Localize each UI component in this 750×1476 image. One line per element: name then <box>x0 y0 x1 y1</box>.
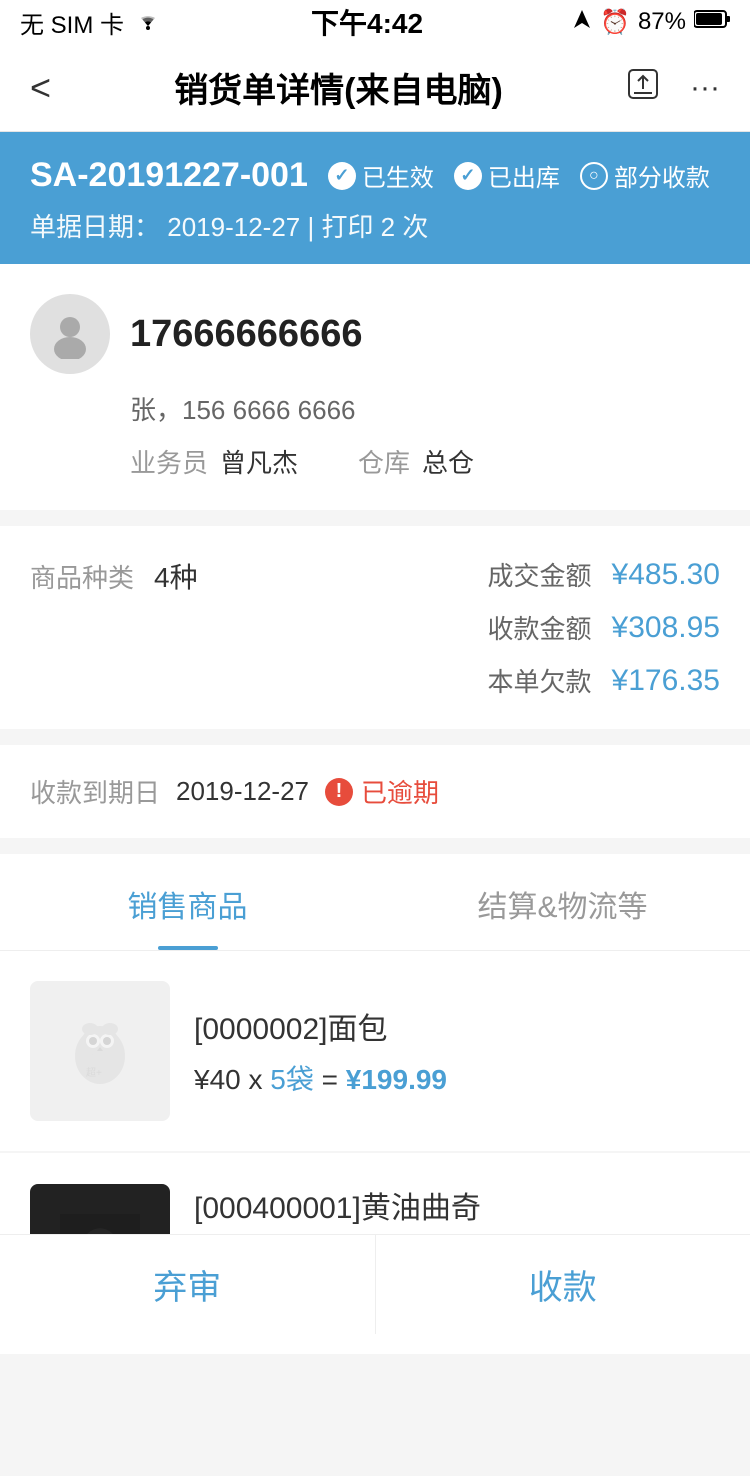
clock-icon: ○ <box>580 162 608 190</box>
products-section: 超+ [0000002]面包 ¥40 x 5袋 = ¥199.99 <box>0 951 750 1476</box>
status-time: 下午4:42 <box>311 2 423 42</box>
product-types-label: 商品种类 <box>30 558 134 595</box>
nav-bar: < 销货单详情(来自电脑) ··· <box>0 44 750 132</box>
check-active-icon: ✓ <box>328 162 356 190</box>
cancel-button[interactable]: 弃审 <box>0 1235 376 1334</box>
due-date-value: 2019-12-27 <box>176 776 309 807</box>
tabs-section: 销售商品 结算&物流等 <box>0 854 750 951</box>
product-total-1: ¥199.99 <box>346 1064 447 1095</box>
stats-section: 商品种类 4种 成交金额 ¥485.30 收款金额 ¥308.95 本单欠款 ¥… <box>0 526 750 729</box>
carrier-text: 无 SIM 卡 <box>20 5 124 40</box>
tab-settlement[interactable]: 结算&物流等 <box>375 854 750 950</box>
status-left: 无 SIM 卡 <box>20 5 162 40</box>
order-header-row1: SA-20191227-001 ✓ 已生效 ✓ 已出库 ○ 部分收款 <box>30 156 720 195</box>
status-shipped-label: 已出库 <box>488 158 560 193</box>
warehouse-meta: 仓库 总仓 <box>358 443 474 480</box>
tab-settlement-label: 结算&物流等 <box>477 891 647 924</box>
status-active-label: 已生效 <box>362 158 434 193</box>
due-label: 收款到期日 <box>30 773 160 810</box>
alarm-icon: ⏰ <box>600 8 630 37</box>
status-active: ✓ 已生效 <box>328 158 434 193</box>
share-button[interactable] <box>626 67 660 109</box>
customer-name-phone: 张，156 6666 6666 <box>30 390 720 427</box>
order-print-info: | 打印 2 次 <box>307 212 428 242</box>
bottom-spacer <box>0 1356 750 1476</box>
bottom-bar: 弃审 收款 <box>0 1234 750 1334</box>
received-label: 收款金额 <box>488 609 592 646</box>
product-price-1: ¥40 x 5袋 = ¥199.99 <box>194 1058 720 1098</box>
customer-phone: 17666666666 <box>130 313 362 356</box>
amount-stat: 成交金额 ¥485.30 <box>488 556 720 593</box>
back-button[interactable]: < <box>30 67 51 109</box>
due-section: 收款到期日 2019-12-27 ! 已逾期 <box>0 745 750 838</box>
debt-value: ¥176.35 <box>612 664 720 698</box>
debt-stat: 本单欠款 ¥176.35 <box>488 662 720 699</box>
customer-row: 17666666666 <box>30 294 720 374</box>
amount-label: 成交金额 <box>488 556 592 593</box>
tab-products[interactable]: 销售商品 <box>0 854 375 950</box>
overdue-badge: ! 已逾期 <box>325 773 439 810</box>
order-header: SA-20191227-001 ✓ 已生效 ✓ 已出库 ○ 部分收款 单据日期：… <box>0 132 750 264</box>
customer-avatar <box>30 294 110 374</box>
status-partial: ○ 部分收款 <box>580 158 710 193</box>
product-base-price-1: ¥40 x <box>194 1064 270 1095</box>
battery-icon <box>694 8 730 36</box>
customer-section: 17666666666 张，156 6666 6666 业务员 曾凡杰 仓库 总… <box>0 264 750 510</box>
tab-products-label: 销售商品 <box>128 891 248 924</box>
check-shipped-icon: ✓ <box>454 162 482 190</box>
status-shipped: ✓ 已出库 <box>454 158 560 193</box>
product-equals-1: = <box>322 1064 346 1095</box>
svg-text:超+: 超+ <box>86 1066 102 1079</box>
confirm-button[interactable]: 收款 <box>376 1235 750 1334</box>
financial-stats: 成交金额 ¥485.30 收款金额 ¥308.95 本单欠款 ¥176.35 <box>488 556 720 699</box>
order-id: SA-20191227-001 <box>30 156 308 195</box>
amount-value: ¥485.30 <box>612 558 720 592</box>
order-date-label: 单据日期： <box>30 212 160 242</box>
sales-meta: 业务员 曾凡杰 <box>130 443 298 480</box>
order-date: 单据日期： 2019-12-27 | 打印 2 次 <box>30 207 720 244</box>
product-card: 超+ [0000002]面包 ¥40 x 5袋 = ¥199.99 <box>0 951 750 1151</box>
location-icon <box>572 8 592 37</box>
product-types-stat: 商品种类 4种 <box>30 556 488 596</box>
warehouse-value: 总仓 <box>422 443 474 480</box>
sales-label: 业务员 <box>130 443 208 480</box>
product-qty-1: 5袋 <box>270 1064 314 1095</box>
product-name-2: [000400001]黄油曲奇 <box>194 1183 720 1227</box>
status-partial-label: 部分收款 <box>614 158 710 193</box>
battery-text: 87% <box>638 8 686 36</box>
overdue-icon: ! <box>325 778 353 806</box>
debt-label: 本单欠款 <box>488 662 592 699</box>
sales-value: 曾凡杰 <box>220 443 298 480</box>
product-name-1: [0000002]面包 <box>194 1004 720 1048</box>
overdue-text: 已逾期 <box>361 773 439 810</box>
status-bar: 无 SIM 卡 下午4:42 ⏰ 87% <box>0 0 750 44</box>
product-types-value: 4种 <box>154 556 198 596</box>
wifi-icon <box>134 8 162 37</box>
customer-meta: 业务员 曾凡杰 仓库 总仓 <box>30 443 720 480</box>
product-image-1: 超+ <box>30 981 170 1121</box>
product-info-1: [0000002]面包 ¥40 x 5袋 = ¥199.99 <box>194 1004 720 1098</box>
status-right: ⏰ 87% <box>572 8 730 37</box>
more-button[interactable]: ··· <box>690 71 720 105</box>
received-value: ¥308.95 <box>612 611 720 645</box>
warehouse-label: 仓库 <box>358 443 410 480</box>
received-stat: 收款金额 ¥308.95 <box>488 609 720 646</box>
page-title: 销货单详情(来自电脑) <box>174 63 503 112</box>
order-date-value: 2019-12-27 <box>167 212 300 242</box>
nav-actions: ··· <box>626 67 720 109</box>
